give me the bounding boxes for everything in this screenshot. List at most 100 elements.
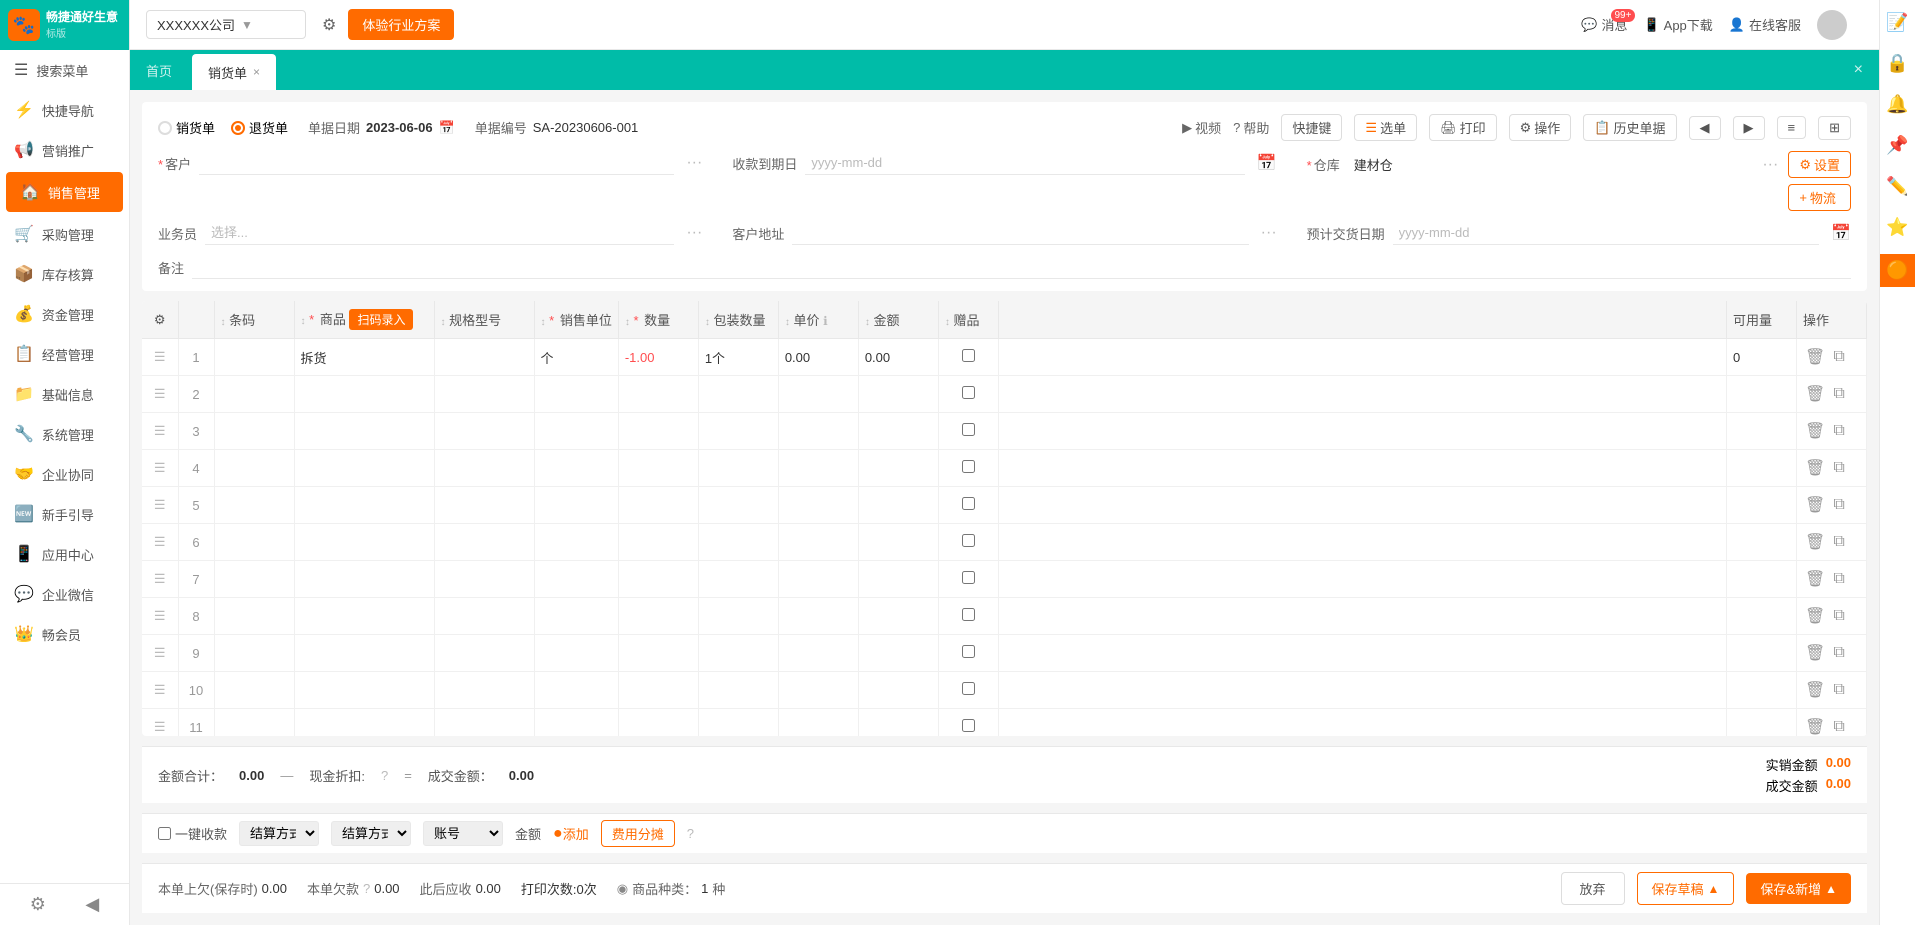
sidebar-item-wechat[interactable]: 💬 企业微信 [0,574,129,614]
abandon-button[interactable]: 放弃 [1561,872,1625,905]
row-copy-button[interactable]: ⧉ [1831,641,1846,665]
row-copy-button[interactable]: ⧉ [1831,604,1846,628]
row-gift[interactable] [938,450,998,487]
customer-input[interactable] [199,151,674,175]
operation-btn[interactable]: ⚙ 操作 [1509,114,1572,141]
sidebar-item-system[interactable]: 🔧 系统管理 [0,414,129,454]
row-gift[interactable] [938,635,998,672]
trial-button[interactable]: 体验行业方案 [348,9,454,40]
app-download-button[interactable]: 📱 App下载 [1643,15,1712,34]
row-copy-button[interactable]: ⧉ [1831,345,1846,369]
panel-orange-icon[interactable]: 🟠 [1880,254,1915,287]
tab-home[interactable]: 首页 [130,50,188,90]
row-copy-button[interactable]: ⧉ [1831,382,1846,406]
row-gift[interactable] [938,709,998,737]
row-copy-button[interactable]: ⧉ [1831,715,1846,736]
salesperson-input[interactable] [205,221,674,245]
row-delete-button[interactable]: 🗑 [1803,456,1827,480]
row-delete-button[interactable]: 🗑 [1803,715,1827,736]
tab-close-icon[interactable]: × [253,65,260,79]
row-delete-button[interactable]: 🗑 [1803,604,1827,628]
close-all-tabs-button[interactable]: × [1838,50,1879,90]
row-gift[interactable] [938,672,998,709]
sidebar-item-finance[interactable]: 💰 资金管理 [0,294,129,334]
customer-dots-icon[interactable]: ··· [686,154,702,172]
th-settings[interactable]: ⚙ [142,301,178,339]
row-gift[interactable] [938,339,998,376]
sidebar-item-quick-nav[interactable]: ⚡ 快捷导航 [0,90,129,130]
due-date-input[interactable] [805,151,1244,175]
sidebar-item-app-center[interactable]: 📱 应用中心 [0,534,129,574]
salesperson-dots-icon[interactable]: ··· [686,224,702,242]
row-delete-button[interactable]: 🗑 [1803,567,1827,591]
row-delete-button[interactable]: 🗑 [1803,530,1827,554]
setting-button[interactable]: ⚙ ⚙ 设置设置 [1788,151,1851,178]
row-copy-button[interactable]: ⧉ [1831,567,1846,591]
note-input[interactable] [192,255,1851,279]
panel-edit-icon[interactable]: ✏️ [1882,172,1912,201]
row-gift[interactable] [938,413,998,450]
panel-bell-icon[interactable]: 🔔 [1882,90,1912,119]
view-list-btn[interactable]: ≡ [1777,116,1807,139]
shortcut-btn[interactable]: 快捷键 [1281,114,1342,141]
sidebar-item-enterprise[interactable]: 🤝 企业协同 [0,454,129,494]
one-click-pay-input[interactable] [158,827,171,840]
add-payment-button[interactable]: ● 添加 [553,824,589,843]
calc-method-select[interactable]: 结算方式 [331,821,411,846]
video-link[interactable]: ▶ 视频 [1182,118,1221,137]
radio-sales[interactable]: 销货单 [158,118,215,137]
panel-lock-icon[interactable]: 🔒 [1882,49,1912,78]
row-delete-button[interactable]: 🗑 [1803,678,1827,702]
online-service-button[interactable]: 👤 在线客服 [1729,15,1801,34]
nav-prev-btn[interactable]: ◀ [1689,116,1721,140]
sidebar-item-sales[interactable]: 🏠 销售管理 [6,172,123,212]
settings-gear-icon[interactable]: ⚙ [322,15,336,35]
panel-note-icon[interactable]: 📝 [1882,8,1912,37]
avatar[interactable] [1817,10,1847,40]
history-btn[interactable]: 📋 历史单据 [1583,114,1676,141]
message-button[interactable]: 💬 消息 99+ [1581,15,1627,34]
one-click-pay-checkbox[interactable]: 一键收款 [158,824,227,843]
due-date-calendar-icon[interactable]: 📅 [1257,153,1277,173]
row-gift[interactable] [938,487,998,524]
row-copy-button[interactable]: ⧉ [1831,419,1846,443]
radio-return[interactable]: 退货单 [231,118,288,137]
nav-next-btn[interactable]: ▶ [1733,116,1765,140]
save-draft-button[interactable]: 保存草稿 ▲ [1637,872,1735,905]
row-copy-button[interactable]: ⧉ [1831,493,1846,517]
sidebar-item-guide[interactable]: 🆕 新手引导 [0,494,129,534]
row-delete-button[interactable]: 🗑 [1803,419,1827,443]
calendar-icon[interactable]: 📅 [439,120,455,136]
row-delete-button[interactable]: 🗑 [1803,641,1827,665]
customer-addr-input[interactable] [792,221,1248,245]
settings-icon[interactable]: ⚙ [30,894,46,915]
account-select[interactable]: 账号 [423,821,503,846]
payment-method-select[interactable]: 结算方式 [239,821,319,846]
row-gift[interactable] [938,598,998,635]
panel-star-icon[interactable]: ⭐ [1882,213,1912,242]
row-delete-button[interactable]: 🗑 [1803,493,1827,517]
row-gift[interactable] [938,561,998,598]
sidebar-item-inventory[interactable]: 📦 库存核算 [0,254,129,294]
customer-addr-dots-icon[interactable]: ··· [1261,224,1277,242]
sidebar-item-member[interactable]: 👑 畅会员 [0,614,129,654]
collapse-icon[interactable]: ◀ [85,894,99,915]
row-delete-button[interactable]: 🗑 [1803,345,1827,369]
row-copy-button[interactable]: ⧉ [1831,530,1846,554]
sidebar-item-purchase[interactable]: 🛒 采购管理 [0,214,129,254]
help-link[interactable]: ? 帮助 [1233,118,1269,137]
warehouse-dots-icon[interactable]: ··· [1762,156,1778,174]
row-copy-button[interactable]: ⧉ [1831,456,1846,480]
choose-btn[interactable]: ☰ 选单 [1354,114,1417,141]
row-gift[interactable] [938,376,998,413]
expense-split-button[interactable]: 费用分摊 [601,820,675,847]
print-btn[interactable]: 🖨 打印 [1429,114,1497,141]
expected-delivery-calendar-icon[interactable]: 📅 [1831,223,1851,243]
expected-delivery-input[interactable] [1393,221,1819,245]
panel-pin-icon[interactable]: 📌 [1882,131,1912,160]
row-gift[interactable] [938,524,998,561]
sidebar-item-search[interactable]: ☰ 搜索菜单 [0,50,129,90]
save-new-button[interactable]: 保存&新增 ▲ [1746,873,1851,904]
row-delete-button[interactable]: 🗑 [1803,382,1827,406]
logistics-button[interactable]: + 物流 [1788,184,1851,211]
